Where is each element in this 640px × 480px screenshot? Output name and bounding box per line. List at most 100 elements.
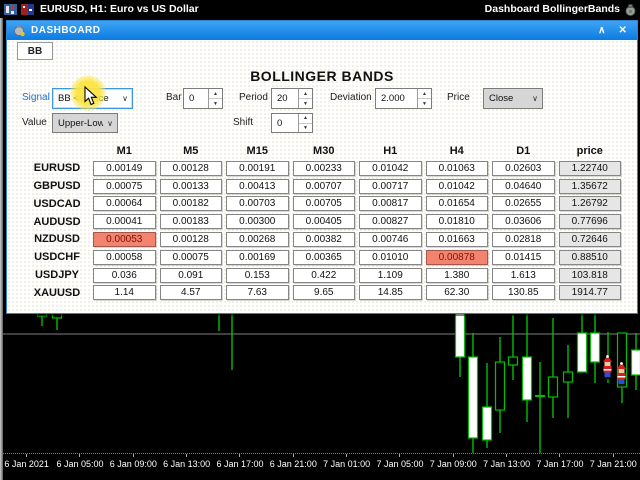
time-axis-label: 7 Jan 01:00 [320,454,373,480]
time-axis-label: 7 Jan 13:00 [480,454,533,480]
spin-up-icon[interactable]: ▲ [299,89,312,99]
time-axis: 6 Jan 2021 6 Jan 05:00 6 Jan 09:00 6 Jan 13… [0,453,640,480]
symbol-flag-icon [21,3,34,15]
table-cell: 0.77696 [558,214,621,230]
table-cell: 0.00746 [359,231,422,247]
symbol-label: USDCHF [34,251,80,264]
table-cell: 0.00169 [226,249,289,265]
table-cell: 0.88510 [558,249,621,265]
table-cell: 130.85 [492,285,555,301]
spin-up-icon[interactable]: ▲ [299,114,312,124]
table-cell: 0.00191 [226,160,289,176]
chevron-down-icon: ∨ [122,94,128,103]
column-header: H4 [449,144,464,157]
spin-down-icon[interactable]: ▼ [299,99,312,108]
symbol-label: USDCAD [33,197,81,210]
column-header: M1 [116,144,132,157]
table-cell: 0.00053 [93,231,156,247]
table-cell: 0.00413 [226,178,289,194]
table-cell: 0.422 [292,267,355,283]
spin-down-icon[interactable]: ▼ [418,99,431,108]
table-cell: 0.00707 [292,178,355,194]
spin-down-icon[interactable]: ▼ [299,124,312,133]
dashboard-panel: DASHBOARD ∧ ✕ BB BOLLINGER BANDS Signal … [6,20,638,314]
table-cell: 0.01010 [359,249,422,265]
shift-stepper[interactable]: 0 ▲ ▼ [271,113,313,133]
table-cell: 0.00133 [159,178,222,194]
close-button[interactable]: ✕ [615,25,631,36]
tab-bb[interactable]: BB [17,42,53,60]
time-axis-label: 7 Jan 09:00 [427,454,480,480]
column-header: M30 [313,144,335,157]
table-cell: 7.63 [226,285,289,301]
time-axis-label: 6 Jan 13:00 [160,454,213,480]
table-cell: 0.00878 [425,249,488,265]
table-cell: 14.85 [359,285,422,301]
symbol-label: NZDUSD [34,233,80,246]
table-cell: 0.02603 [492,160,555,176]
time-axis-label: 7 Jan 21:00 [587,454,640,480]
table-cell: 0.00405 [292,214,355,230]
table-cell: 0.00827 [359,214,422,230]
spin-down-icon[interactable]: ▼ [209,99,222,108]
table-cell: 62.30 [425,285,488,301]
value-dropdown[interactable]: Upper-Lower ∨ [52,113,118,133]
dashboard-app-icon [14,25,25,37]
table-cell: 1.109 [359,267,422,283]
period-stepper[interactable]: 20 ▲ ▼ [271,88,313,109]
price-label: Price [447,92,470,103]
chart-title: EURUSD, H1: Euro vs US Dollar [40,3,199,15]
column-header: M5 [183,144,199,157]
table-cell: 9.65 [292,285,355,301]
collapse-button[interactable]: ∧ [594,25,610,36]
table-cell: 0.03606 [492,214,555,230]
time-axis-label: 6 Jan 2021 [0,454,53,480]
deviation-stepper[interactable]: 2.000 ▲ ▼ [375,88,432,109]
table-cell: 0.00064 [93,196,156,212]
symbol-label: XAUUSD [33,286,81,299]
symbol-label: AUDUSD [33,215,81,228]
table-cell: 0.00365 [292,249,355,265]
table-cell: 0.00703 [226,196,289,212]
chevron-down-icon: ∨ [107,118,113,128]
table-cell: 4.57 [159,285,222,301]
time-axis-label: 6 Jan 09:00 [107,454,160,480]
table-cell: 0.00717 [359,178,422,194]
shift-label: Shift [233,117,254,128]
table-cell: 0.00128 [159,231,222,247]
time-axis-label: 7 Jan 05:00 [373,454,426,480]
table-cell: 0.00182 [159,196,222,212]
window-left-border [0,18,3,480]
dashboard-body: BB BOLLINGER BANDS Signal BB <> Price ∨ … [7,40,637,311]
table-cell: 0.00183 [159,214,222,230]
table-cell: 1914.77 [558,285,621,301]
dashboard-title: DASHBOARD [31,25,101,36]
table-cell: 1.380 [425,267,488,283]
spin-up-icon[interactable]: ▲ [418,89,431,99]
time-axis-label: 7 Jan 17:00 [533,454,586,480]
table-cell: 0.00300 [226,214,289,230]
table-cell: 0.01063 [425,160,488,176]
time-axis-label: 6 Jan 21:00 [267,454,320,480]
symbol-label: USDJPY [34,269,80,282]
table-cell: 0.02818 [492,231,555,247]
table-cell: 1.35672 [558,178,621,194]
bar-stepper[interactable]: 0 ▲ ▼ [183,88,223,109]
table-cell: 0.00382 [292,231,355,247]
price-dropdown[interactable]: Close ∨ [483,88,543,109]
dashboard-titlebar[interactable]: DASHBOARD ∧ ✕ [7,21,637,40]
time-axis-label: 6 Jan 17:00 [213,454,266,480]
signal-dropdown[interactable]: BB <> Price ∨ [52,88,133,109]
column-header: M15 [246,144,268,157]
column-header: D1 [516,144,531,157]
column-header: H1 [383,144,398,157]
spin-up-icon[interactable]: ▲ [209,89,222,99]
table-cell: 0.153 [226,267,289,283]
chart-titlebar: EURUSD, H1: Euro vs US Dollar Dashboard … [0,0,640,18]
table-cell: 1.14 [93,285,156,301]
candlestick-chart-icon [4,3,17,15]
panel-heading: BOLLINGER BANDS [250,68,394,84]
table-cell: 1.26792 [558,196,621,212]
table-cell: 0.036 [93,267,156,283]
deviation-label: Deviation [330,92,372,103]
